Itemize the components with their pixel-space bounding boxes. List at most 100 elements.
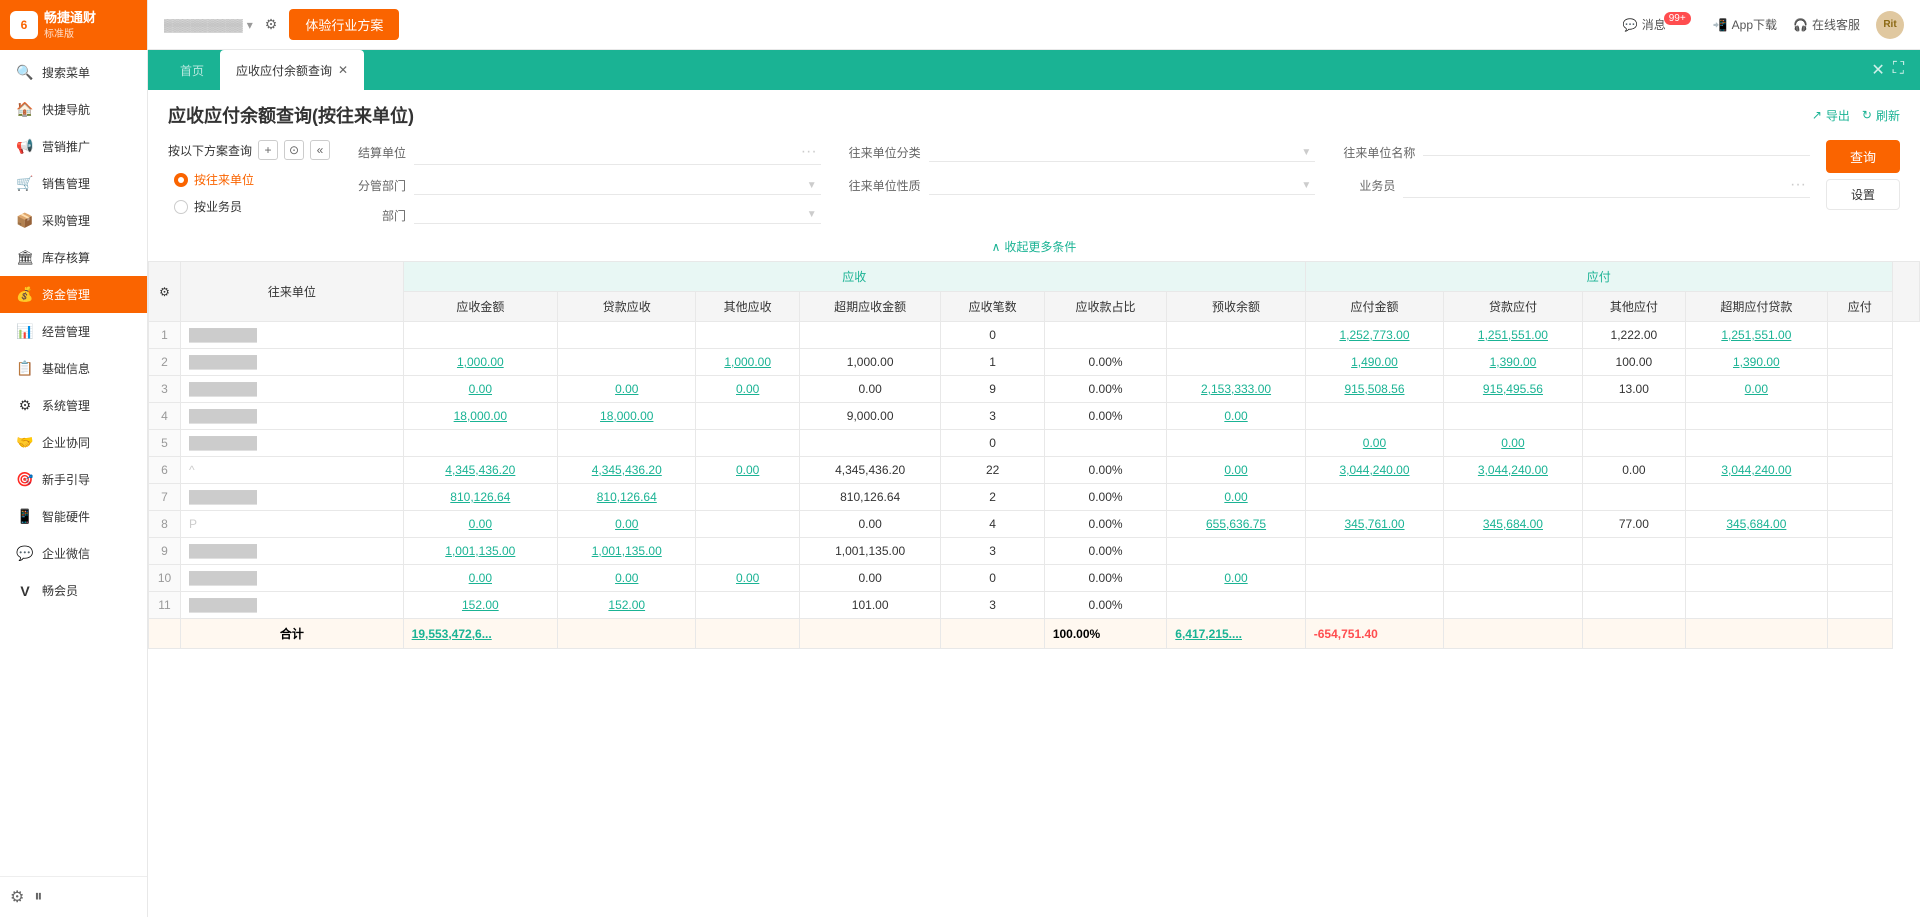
cell-sf-je[interactable]: 345,761.00	[1305, 511, 1443, 538]
query-btn[interactable]: 查询	[1826, 140, 1900, 173]
tab-home-label: 首页	[180, 62, 204, 79]
collapse-scheme-btn[interactable]: «	[310, 140, 330, 160]
cell-dk-sr[interactable]: 4,345,436.20	[558, 457, 696, 484]
close-window-btn[interactable]: ✕	[1871, 60, 1884, 80]
name-input[interactable]	[1423, 149, 1810, 156]
cell-ys-ye[interactable]: 655,636.75	[1167, 511, 1305, 538]
tab-home[interactable]: 首页	[164, 50, 220, 90]
cell-sf-je[interactable]: 915,508.56	[1305, 376, 1443, 403]
cell-dk-sr[interactable]: 0.00	[558, 565, 696, 592]
cell-sr-je[interactable]: 810,126.64	[403, 484, 557, 511]
filter-option-salesman[interactable]: 按业务员	[168, 195, 330, 218]
maximize-btn[interactable]: ⛶	[1893, 60, 1904, 80]
cell-sr-je[interactable]: 1,001,135.00	[403, 538, 557, 565]
message-btn[interactable]: 💬 消息 99+	[1623, 16, 1697, 33]
sidebar-item-sales[interactable]: 🛒 销售管理	[0, 165, 147, 202]
cell-sr-je[interactable]: 1,000.00	[403, 349, 557, 376]
collapse-sidebar-btn[interactable]: ⏸	[34, 888, 42, 906]
cell-dk-sf[interactable]: 915,495.56	[1444, 376, 1582, 403]
cell-cq-sf[interactable]: 0.00	[1686, 376, 1828, 403]
cell-ys-ye[interactable]: 2,153,333.00	[1167, 376, 1305, 403]
cell-sr-je[interactable]: 152.00	[403, 592, 557, 619]
app-download-btn[interactable]: 📲 App下载	[1713, 16, 1777, 33]
cell-dk-sf[interactable]: 0.00	[1444, 430, 1582, 457]
nature-select[interactable]: ▼	[929, 177, 1316, 195]
table-settings-col[interactable]: ⚙	[149, 262, 181, 322]
sidebar-item-operations[interactable]: 📊 经营管理	[0, 313, 147, 350]
cell-sf-je[interactable]: 3,044,240.00	[1305, 457, 1443, 484]
category-select[interactable]: ▼	[929, 144, 1316, 162]
export-btn[interactable]: ↗ 导出	[1812, 107, 1850, 124]
breadcrumb: ▓▓▓▓▓▓▓▓▓ ▾	[164, 18, 253, 32]
sidebar-item-marketing[interactable]: 📢 营销推广	[0, 128, 147, 165]
cell-sr-je[interactable]: 0.00	[403, 376, 557, 403]
cell-num: 9	[149, 538, 181, 565]
cell-sr-je[interactable]: 18,000.00	[403, 403, 557, 430]
filter-option-unit[interactable]: 按往来单位	[168, 168, 330, 191]
cell-sr-je[interactable]: 0.00	[403, 511, 557, 538]
total-sr-je[interactable]: 19,553,472,6...	[403, 619, 557, 649]
sidebar-item-basic[interactable]: 📋 基础信息	[0, 350, 147, 387]
cell-dk-sr[interactable]: 152.00	[558, 592, 696, 619]
cell-dk-sf	[1444, 592, 1582, 619]
department-select[interactable]: ▼	[414, 206, 821, 224]
cell-dk-sr[interactable]: 1,001,135.00	[558, 538, 696, 565]
cell-ys-ye[interactable]: 0.00	[1167, 457, 1305, 484]
sidebar-item-system[interactable]: ⚙ 系统管理	[0, 387, 147, 424]
cell-dk-sf[interactable]: 345,684.00	[1444, 511, 1582, 538]
settings-footer-icon[interactable]: ⚙	[10, 887, 24, 907]
cell-sf-je[interactable]: 1,490.00	[1305, 349, 1443, 376]
cell-sf-je[interactable]: 0.00	[1305, 430, 1443, 457]
table-row: 3████████0.000.000.000.0090.00%2,153,333…	[149, 376, 1920, 403]
cell-cq-sf[interactable]: 345,684.00	[1686, 511, 1828, 538]
cell-dk-sr[interactable]: 0.00	[558, 511, 696, 538]
collapse-more-btn[interactable]: ∧ 收起更多条件	[168, 232, 1900, 261]
cell-qt-sr[interactable]: 0.00	[696, 565, 799, 592]
refresh-btn[interactable]: ↻ 刷新	[1862, 107, 1900, 124]
cell-cq-sf[interactable]: 1,390.00	[1686, 349, 1828, 376]
sidebar-item-purchase[interactable]: 📦 采购管理	[0, 202, 147, 239]
data-table-container[interactable]: ⚙ 往来单位 应收 应付 应收金额 贷款应收 其他应收 超期应收金额 应收笔数	[148, 261, 1920, 917]
sidebar-item-search[interactable]: 🔍 搜索菜单	[0, 54, 147, 91]
cell-ys-ye[interactable]: 0.00	[1167, 484, 1305, 511]
sidebar-item-finance[interactable]: 💰 资金管理	[0, 276, 147, 313]
salesman-input[interactable]: ···	[1403, 173, 1810, 198]
sidebar-item-inventory[interactable]: 🏛 库存核算	[0, 239, 147, 276]
cell-dk-sf[interactable]: 3,044,240.00	[1444, 457, 1582, 484]
add-scheme-btn[interactable]: +	[258, 140, 278, 160]
cell-dk-sr[interactable]: 0.00	[558, 376, 696, 403]
tab-query[interactable]: 应收应付余额查询 ✕	[220, 50, 364, 90]
cell-sr-je[interactable]: 4,345,436.20	[403, 457, 557, 484]
tab-close-icon[interactable]: ✕	[338, 63, 348, 77]
cell-qt-sr[interactable]: 1,000.00	[696, 349, 799, 376]
cell-dk-sr[interactable]: 18,000.00	[558, 403, 696, 430]
settings-btn[interactable]: 设置	[1826, 179, 1900, 210]
settlement-input[interactable]: ···	[414, 140, 821, 165]
cell-ys-ye[interactable]: 0.00	[1167, 403, 1305, 430]
gear-icon[interactable]: ⚙	[265, 16, 278, 33]
online-service-btn[interactable]: 🎧 在线客服	[1793, 16, 1860, 33]
cell-ys-ye[interactable]: 0.00	[1167, 565, 1305, 592]
sidebar-item-quicknav[interactable]: 🏠 快捷导航	[0, 91, 147, 128]
cell-dk-sf[interactable]: 1,251,551.00	[1444, 322, 1582, 349]
sidebar-item-member[interactable]: V 畅会员	[0, 572, 147, 609]
cell-sf-je[interactable]: 1,252,773.00	[1305, 322, 1443, 349]
cell-sr-je[interactable]: 0.00	[403, 565, 557, 592]
cell-qt-sr[interactable]: 0.00	[696, 376, 799, 403]
sidebar-item-hardware[interactable]: 📱 智能硬件	[0, 498, 147, 535]
edit-scheme-btn[interactable]: ⊙	[284, 140, 304, 160]
cell-dk-sr[interactable]: 810,126.64	[558, 484, 696, 511]
sidebar-item-wxwork[interactable]: 💬 企业微信	[0, 535, 147, 572]
dept-select[interactable]: ▼	[414, 177, 821, 195]
user-avatar-btn[interactable]: Rit	[1876, 11, 1904, 39]
cell-dk-sf[interactable]: 1,390.00	[1444, 349, 1582, 376]
dept-chevron: ▼	[807, 180, 817, 191]
sidebar-item-collab[interactable]: 🤝 企业协同	[0, 424, 147, 461]
cell-cq-sf[interactable]: 3,044,240.00	[1686, 457, 1828, 484]
cell-cq-sf[interactable]: 1,251,551.00	[1686, 322, 1828, 349]
inventory-icon: 🏛	[16, 249, 34, 266]
sidebar-item-guide[interactable]: 🎯 新手引导	[0, 461, 147, 498]
total-ys-ye[interactable]: 6,417,215....	[1167, 619, 1305, 649]
cell-qt-sr[interactable]: 0.00	[696, 457, 799, 484]
solution-btn[interactable]: 体验行业方案	[289, 9, 399, 40]
